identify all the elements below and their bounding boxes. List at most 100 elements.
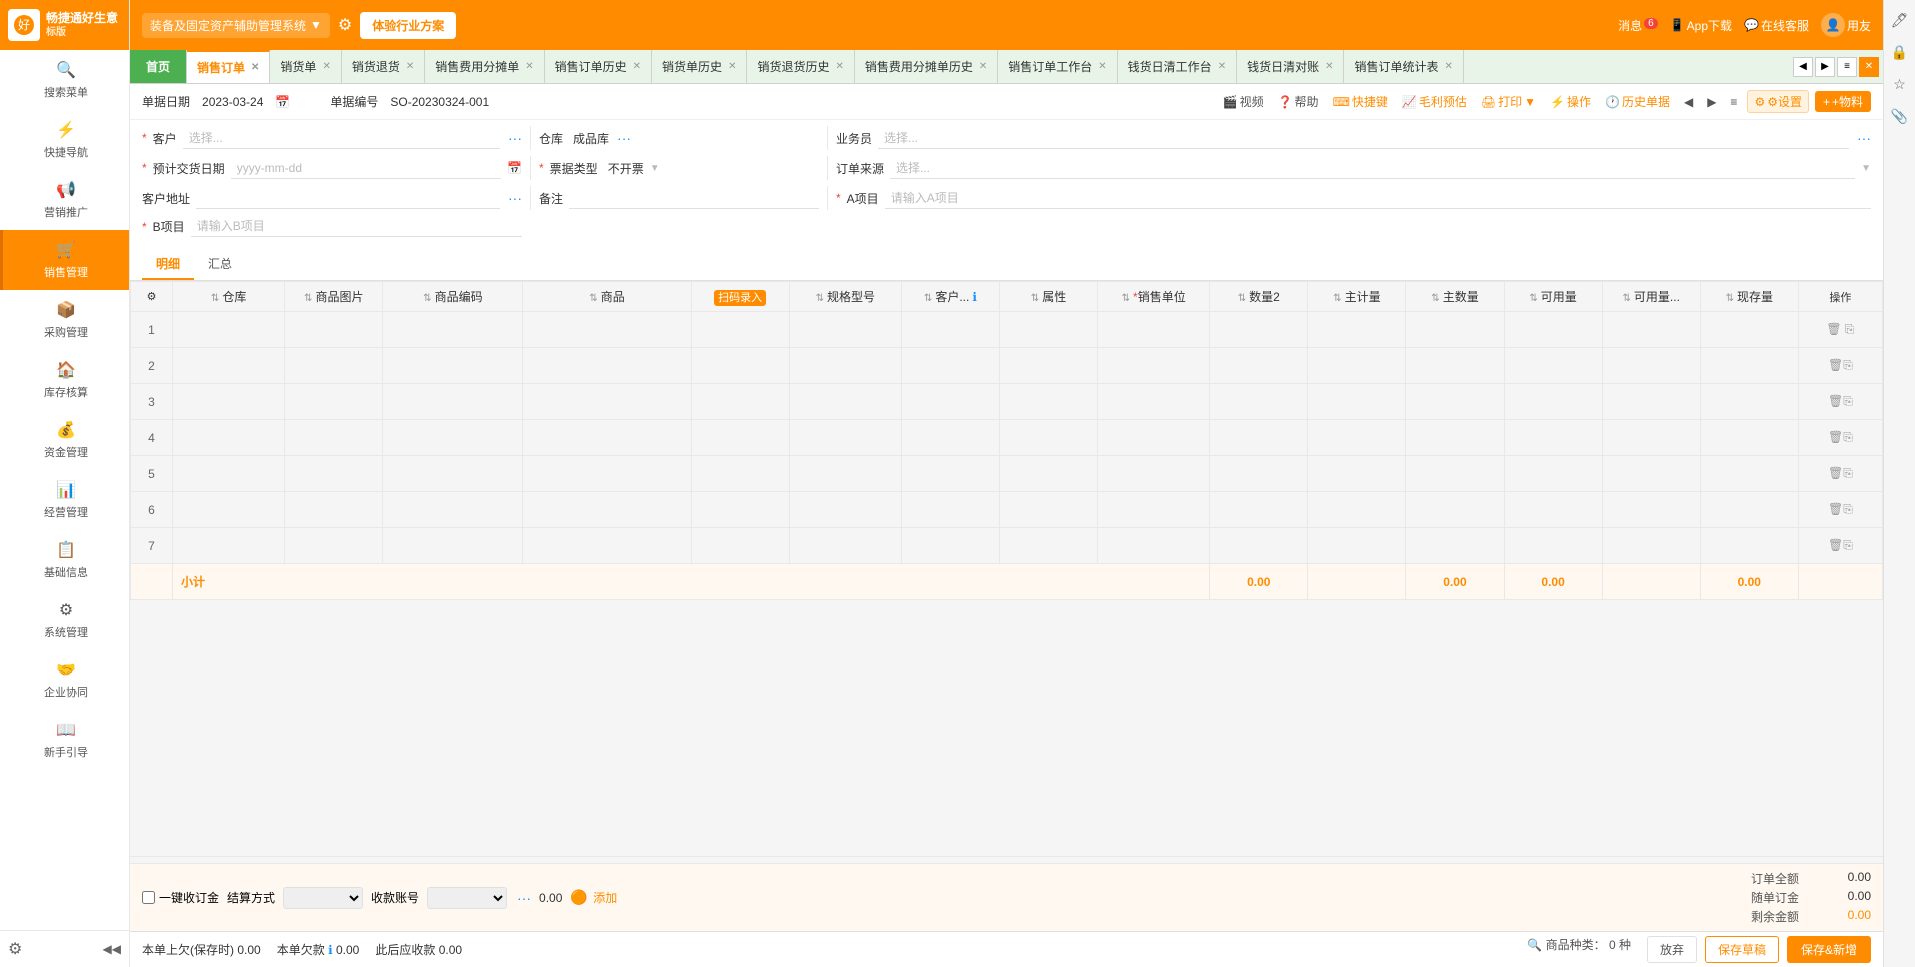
subtab-detail[interactable]: 明细 — [142, 249, 194, 280]
tab-close-icon[interactable]: ✕ — [728, 61, 736, 72]
col-avail2[interactable]: ⇅ 可用量... — [1602, 282, 1700, 312]
col-main-unit[interactable]: ⇅ 主计量 — [1308, 282, 1406, 312]
row-product[interactable] — [523, 312, 691, 348]
col-avail[interactable]: ⇅ 可用量 — [1504, 282, 1602, 312]
right-panel-icon-2[interactable]: 🔒 — [1888, 40, 1912, 64]
col-attr[interactable]: ⇅ 属性 — [999, 282, 1097, 312]
tab-sales-order-history[interactable]: 销售订单历史 ✕ — [545, 50, 652, 83]
horizontal-scrollbar[interactable] — [130, 856, 1883, 863]
row-delete-icon[interactable]: 🗑 — [1828, 466, 1843, 480]
tab-sales-fee-history[interactable]: 销售费用分摊单历史 ✕ — [855, 50, 998, 83]
invoice-dropdown-icon[interactable]: ▼ — [650, 163, 660, 174]
tab-cash-reconcile[interactable]: 钱货日清对账 ✕ — [1237, 50, 1344, 83]
col-current[interactable]: ⇅ 现存量 — [1700, 282, 1798, 312]
subtab-summary[interactable]: 汇总 — [194, 249, 246, 280]
save-draft-button[interactable]: 保存草稿 — [1705, 936, 1779, 963]
tab-close-icon[interactable]: ✕ — [1325, 61, 1333, 72]
col-warehouse[interactable]: ⇅ 仓库 — [173, 282, 285, 312]
b-project-input[interactable] — [191, 216, 522, 237]
sidebar-item-guide[interactable]: 📖 新手引导 — [0, 710, 129, 770]
row-copy-icon[interactable]: ⎘ — [1843, 466, 1853, 480]
tab-close-icon[interactable]: ✕ — [835, 61, 843, 72]
row-warehouse[interactable] — [173, 312, 285, 348]
right-panel-icon-1[interactable]: 🖊 — [1888, 8, 1912, 32]
tab-sales-invoice-history[interactable]: 销货单历史 ✕ — [652, 50, 747, 83]
address-input[interactable] — [196, 188, 500, 209]
row-scan[interactable] — [691, 312, 789, 348]
delivery-input[interactable] — [231, 158, 501, 179]
message-area[interactable]: 消息 6 — [1618, 17, 1658, 34]
row-copy-icon[interactable]: ⎘ — [1843, 538, 1853, 552]
sidebar-item-base[interactable]: 📋 基础信息 — [0, 530, 129, 590]
sidebar-item-marketing[interactable]: 📢 营销推广 — [0, 170, 129, 230]
row-copy-icon[interactable]: ⎘ — [1843, 430, 1853, 444]
col-image[interactable]: ⇅ 商品图片 — [285, 282, 383, 312]
sidebar-item-finance[interactable]: 💰 资金管理 — [0, 410, 129, 470]
tab-prev-btn[interactable]: ◀ — [1793, 57, 1813, 77]
customer-input[interactable] — [183, 128, 500, 149]
industry-button[interactable]: 体验行业方案 — [360, 12, 456, 39]
row-main-unit[interactable] — [1308, 312, 1406, 348]
app-download-btn[interactable]: 📱 App下载 — [1670, 17, 1732, 34]
row-attr[interactable] — [999, 312, 1097, 348]
row-delete-icon[interactable]: 🗑 — [1828, 430, 1843, 444]
row-delete-icon[interactable]: 🗑 — [1826, 322, 1841, 336]
tab-close-icon[interactable]: ✕ — [979, 61, 987, 72]
tab-close-icon[interactable]: ✕ — [1445, 61, 1453, 72]
sidebar-item-management[interactable]: 📊 经营管理 — [0, 470, 129, 530]
col-unit[interactable]: ⇅ *销售单位 — [1098, 282, 1210, 312]
account-more-icon[interactable]: ··· — [517, 890, 531, 906]
salesperson-input[interactable] — [878, 128, 1849, 149]
table-container[interactable]: ⚙ ⇅ 仓库 ⇅ 商品图片 ⇅ 商品编码 ⇅ 商品 扫码录入 ⇅ 规格型号 ⇅ … — [130, 281, 1883, 856]
tab-close-icon[interactable]: ✕ — [406, 61, 414, 72]
sidebar-collapse-icon[interactable]: ◀◀ — [103, 942, 121, 956]
sidebar-item-system[interactable]: ⚙ 系统管理 — [0, 590, 129, 650]
doc-prev-btn[interactable]: ◀ — [1680, 93, 1697, 111]
tab-close-all-btn[interactable]: ✕ — [1859, 57, 1879, 77]
row-copy-icon[interactable]: ⎘ — [1843, 358, 1853, 372]
discard-button[interactable]: 放弃 — [1647, 936, 1697, 963]
save-new-button[interactable]: 保存&新增 — [1787, 936, 1871, 963]
customer-more-icon[interactable]: ··· — [508, 130, 522, 146]
settings-panel-btn[interactable]: ⚙ ⚙设置 — [1747, 90, 1809, 113]
operations-btn[interactable]: ⚡ 操作 — [1546, 91, 1595, 112]
tab-close-icon[interactable]: ✕ — [1098, 61, 1106, 72]
tab-sales-return-history[interactable]: 销货退货历史 ✕ — [747, 50, 854, 83]
row-spec[interactable] — [789, 312, 901, 348]
tab-sales-workbench[interactable]: 销售订单工作台 ✕ — [998, 50, 1117, 83]
row-delete-icon[interactable]: 🗑 — [1828, 502, 1843, 516]
row-qty2[interactable] — [1210, 312, 1308, 348]
salesperson-more-icon[interactable]: ··· — [1857, 130, 1871, 146]
tab-sales-summary[interactable]: 销售订单统计表 ✕ — [1344, 50, 1463, 83]
sidebar-item-inventory[interactable]: 🏠 库存核算 — [0, 350, 129, 410]
profit-btn[interactable]: 📈 毛利预估 — [1398, 91, 1471, 112]
delivery-calendar-icon[interactable]: 📅 — [507, 161, 522, 175]
col-settings[interactable]: ⚙ — [131, 282, 173, 312]
online-service-btn[interactable]: 💬 在线客服 — [1744, 17, 1809, 34]
tab-close-icon[interactable]: ✕ — [1218, 61, 1226, 72]
remark-input[interactable] — [569, 188, 819, 209]
row-unit[interactable] — [1098, 312, 1210, 348]
row-current[interactable] — [1700, 312, 1798, 348]
history-btn[interactable]: 🕐 历史单据 — [1601, 91, 1674, 112]
row-avail2[interactable] — [1602, 312, 1700, 348]
right-panel-icon-3[interactable]: ☆ — [1888, 72, 1912, 96]
right-panel-icon-4[interactable]: 📎 — [1888, 104, 1912, 128]
topbar-settings-icon[interactable]: ⚙ — [338, 15, 352, 35]
row-copy-icon[interactable]: ⎘ — [1843, 502, 1853, 516]
col-main-qty[interactable]: ⇅ 主数量 — [1406, 282, 1504, 312]
tab-sales-fee[interactable]: 销售费用分摊单 ✕ — [425, 50, 544, 83]
warehouse-more-icon[interactable]: ··· — [617, 130, 631, 146]
tab-close-icon[interactable]: ✕ — [525, 61, 533, 72]
view-video-btn[interactable]: 🎬 视频 — [1219, 91, 1268, 112]
quick-checkout-label[interactable]: 一键收订金 — [142, 889, 219, 906]
tab-home[interactable]: 首页 — [130, 50, 187, 83]
sidebar-item-search[interactable]: 🔍 搜索菜单 — [0, 50, 129, 110]
tab-sales-invoice[interactable]: 销货单 ✕ — [270, 50, 341, 83]
col-customer[interactable]: ⇅ 客户... ℹ — [901, 282, 999, 312]
add-payment-btn[interactable]: 🟠 添加 — [570, 889, 617, 906]
row-customer[interactable] — [901, 312, 999, 348]
col-product[interactable]: ⇅ 商品 — [523, 282, 691, 312]
sidebar-item-sales[interactable]: 🛒 销售管理 — [0, 230, 129, 290]
tab-list-btn[interactable]: ≡ — [1837, 57, 1857, 77]
